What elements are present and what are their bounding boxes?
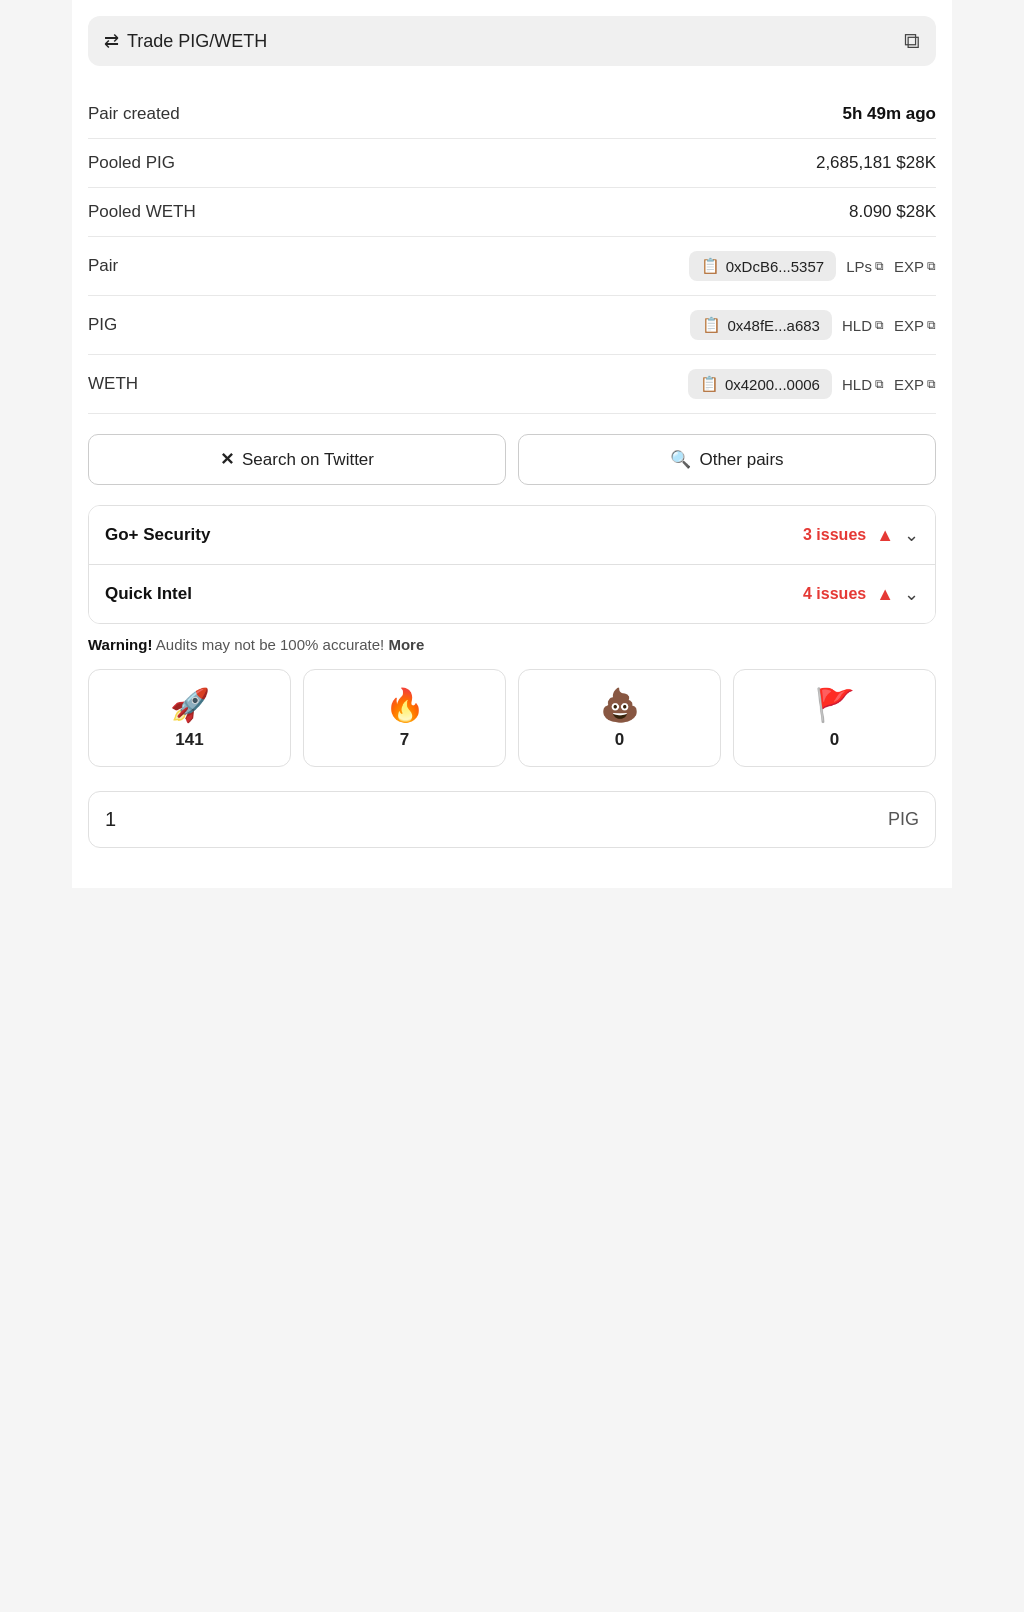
pair-created-label: Pair created bbox=[88, 104, 180, 124]
external-icon-pig-exp: ⧉ bbox=[927, 318, 936, 332]
twitter-x-icon: ✕ bbox=[220, 449, 234, 470]
weth-addr-group: 📋 0x4200...0006 HLD ⧉ EXP ⧉ bbox=[688, 369, 936, 399]
go-plus-chevron-icon[interactable]: ⌄ bbox=[904, 524, 919, 546]
go-plus-warning-icon: ▲ bbox=[876, 525, 894, 546]
search-icon: 🔍 bbox=[670, 449, 691, 470]
main-container: ⇄ Trade PIG/WETH ⧉ Pair created 5h 49m a… bbox=[72, 0, 952, 888]
info-table: Pair created 5h 49m ago Pooled PIG 2,685… bbox=[88, 90, 936, 414]
emoji-stats-row: 🚀 141 🔥 7 💩 0 🚩 0 bbox=[88, 669, 936, 767]
pair-exp-link[interactable]: EXP ⧉ bbox=[894, 258, 936, 275]
pooled-pig-label: Pooled PIG bbox=[88, 153, 175, 173]
external-icon-weth-exp: ⧉ bbox=[927, 377, 936, 391]
bottom-input-section: 1 PIG bbox=[88, 791, 936, 848]
poop-count: 0 bbox=[615, 730, 624, 750]
poop-stat-card[interactable]: 💩 0 bbox=[518, 669, 721, 767]
go-plus-issues: 3 issues bbox=[803, 526, 866, 544]
pair-address-badge[interactable]: 📋 0xDcB6...5357 bbox=[689, 251, 836, 281]
pig-address-text: 0x48fE...a683 bbox=[727, 317, 820, 334]
other-pairs-button[interactable]: 🔍 Other pairs bbox=[518, 434, 936, 485]
copy-icon-weth: 📋 bbox=[700, 375, 719, 393]
weth-address-row: WETH 📋 0x4200...0006 HLD ⧉ EXP ⧉ bbox=[88, 355, 936, 414]
action-buttons-row: ✕ Search on Twitter 🔍 Other pairs bbox=[88, 434, 936, 485]
pig-exp-link[interactable]: EXP ⧉ bbox=[894, 317, 936, 334]
warning-text: Warning! Audits may not be 100% accurate… bbox=[88, 636, 936, 653]
input-value[interactable]: 1 bbox=[105, 808, 116, 831]
quick-intel-chevron-icon[interactable]: ⌄ bbox=[904, 583, 919, 605]
security-section: Go+ Security 3 issues ▲ ⌄ Quick Intel 4 … bbox=[88, 505, 936, 624]
go-plus-right: 3 issues ▲ ⌄ bbox=[803, 524, 919, 546]
poop-emoji: 💩 bbox=[600, 686, 640, 724]
trade-section: ⇄ Trade PIG/WETH ⧉ bbox=[88, 16, 936, 66]
pig-addr-group: 📋 0x48fE...a683 HLD ⧉ EXP ⧉ bbox=[690, 310, 936, 340]
go-plus-row[interactable]: Go+ Security 3 issues ▲ ⌄ bbox=[89, 506, 935, 565]
quick-intel-label: Quick Intel bbox=[105, 584, 192, 604]
pooled-pig-value: 2,685,181 $28K bbox=[816, 153, 936, 173]
rocket-count: 141 bbox=[175, 730, 203, 750]
pig-address-badge[interactable]: 📋 0x48fE...a683 bbox=[690, 310, 832, 340]
input-currency: PIG bbox=[888, 809, 919, 830]
go-plus-label: Go+ Security bbox=[105, 525, 210, 545]
quick-intel-warning-icon: ▲ bbox=[876, 584, 894, 605]
pair-address-row: Pair 📋 0xDcB6...5357 LPs ⧉ EXP ⧉ bbox=[88, 237, 936, 296]
flag-count: 0 bbox=[830, 730, 839, 750]
pooled-weth-label: Pooled WETH bbox=[88, 202, 196, 222]
twitter-button-label: Search on Twitter bbox=[242, 450, 374, 470]
fire-stat-card[interactable]: 🔥 7 bbox=[303, 669, 506, 767]
trade-button-label: Trade PIG/WETH bbox=[127, 31, 267, 52]
pooled-weth-row: Pooled WETH 8.090 $28K bbox=[88, 188, 936, 237]
pig-address-row: PIG 📋 0x48fE...a683 HLD ⧉ EXP ⧉ bbox=[88, 296, 936, 355]
rocket-stat-card[interactable]: 🚀 141 bbox=[88, 669, 291, 767]
weth-exp-link[interactable]: EXP ⧉ bbox=[894, 376, 936, 393]
weth-address-text: 0x4200...0006 bbox=[725, 376, 820, 393]
pig-hld-link[interactable]: HLD ⧉ bbox=[842, 317, 884, 334]
external-icon-pig-hld: ⧉ bbox=[875, 318, 884, 332]
weth-label: WETH bbox=[88, 374, 138, 394]
external-icon-weth-hld: ⧉ bbox=[875, 377, 884, 391]
trade-button[interactable]: ⇄ Trade PIG/WETH bbox=[104, 30, 267, 52]
warning-strong: Warning! bbox=[88, 636, 152, 653]
warning-message: Audits may not be 100% accurate! bbox=[156, 636, 389, 653]
other-pairs-label: Other pairs bbox=[699, 450, 783, 470]
flag-emoji: 🚩 bbox=[815, 686, 855, 724]
copy-icon-pig: 📋 bbox=[702, 316, 721, 334]
pooled-weth-value: 8.090 $28K bbox=[849, 202, 936, 222]
quick-intel-issues: 4 issues bbox=[803, 585, 866, 603]
copy-icon-pair: 📋 bbox=[701, 257, 720, 275]
pair-created-value: 5h 49m ago bbox=[842, 104, 936, 124]
weth-hld-link[interactable]: HLD ⧉ bbox=[842, 376, 884, 393]
fire-emoji: 🔥 bbox=[385, 686, 425, 724]
flag-stat-card[interactable]: 🚩 0 bbox=[733, 669, 936, 767]
external-icon-pair-lps: ⧉ bbox=[875, 259, 884, 273]
pig-label: PIG bbox=[88, 315, 117, 335]
pair-label: Pair bbox=[88, 256, 118, 276]
weth-address-badge[interactable]: 📋 0x4200...0006 bbox=[688, 369, 832, 399]
rocket-emoji: 🚀 bbox=[170, 686, 210, 724]
pair-addr-group: 📋 0xDcB6...5357 LPs ⧉ EXP ⧉ bbox=[689, 251, 936, 281]
fire-count: 7 bbox=[400, 730, 409, 750]
external-icon-pair-exp: ⧉ bbox=[927, 259, 936, 273]
quick-intel-row[interactable]: Quick Intel 4 issues ▲ ⌄ bbox=[89, 565, 935, 623]
pair-lps-link[interactable]: LPs ⧉ bbox=[846, 258, 884, 275]
pair-created-row: Pair created 5h 49m ago bbox=[88, 90, 936, 139]
pooled-pig-row: Pooled PIG 2,685,181 $28K bbox=[88, 139, 936, 188]
trade-external-icon[interactable]: ⧉ bbox=[904, 28, 920, 54]
trade-arrows-icon: ⇄ bbox=[104, 30, 119, 52]
warning-more-link[interactable]: More bbox=[388, 636, 424, 653]
quick-intel-right: 4 issues ▲ ⌄ bbox=[803, 583, 919, 605]
twitter-search-button[interactable]: ✕ Search on Twitter bbox=[88, 434, 506, 485]
pair-address-text: 0xDcB6...5357 bbox=[726, 258, 824, 275]
